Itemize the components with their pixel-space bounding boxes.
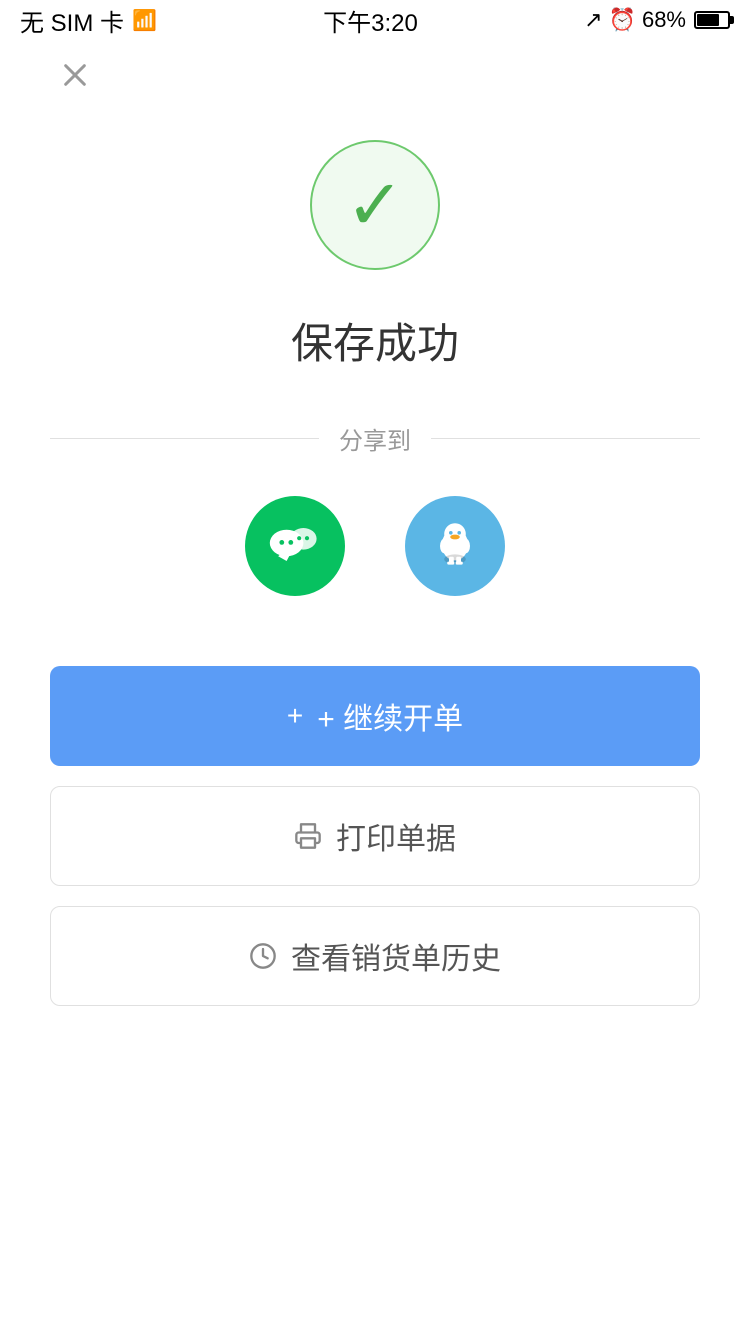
- location-icon: ↗: [584, 7, 602, 33]
- status-left: 无 SIM 卡 📶: [20, 3, 157, 38]
- clock-icon: [249, 942, 277, 970]
- share-line-right: [431, 438, 700, 439]
- actions-section: + + 继续开单 打印单据 查看销货单历史: [0, 666, 750, 1006]
- share-divider-row: 分享到: [50, 421, 700, 456]
- wechat-share-button[interactable]: [245, 496, 345, 596]
- success-circle: ✓: [310, 140, 440, 270]
- wifi-icon: 📶: [132, 8, 157, 33]
- status-time: 下午3:20: [323, 3, 418, 38]
- success-title: 保存成功: [291, 310, 459, 371]
- print-button[interactable]: 打印单据: [50, 786, 700, 886]
- wechat-icon: [265, 516, 325, 576]
- printer-icon: [294, 822, 322, 850]
- share-line-left: [50, 438, 319, 439]
- battery-icon: [694, 11, 730, 29]
- close-icon: [61, 61, 89, 89]
- qq-icon: [425, 516, 485, 576]
- no-sim-label: 无 SIM 卡: [20, 3, 124, 38]
- checkmark-icon: ✓: [346, 170, 405, 240]
- share-label: 分享到: [339, 421, 411, 456]
- continue-button[interactable]: + + 继续开单: [50, 666, 700, 766]
- history-button[interactable]: 查看销货单历史: [50, 906, 700, 1006]
- close-button[interactable]: [55, 55, 95, 95]
- status-bar: 无 SIM 卡 📶 下午3:20 ↗ ⏰ 68%: [0, 0, 750, 40]
- share-section: 分享到: [0, 421, 750, 596]
- plus-icon: +: [287, 700, 303, 732]
- status-right: ↗ ⏰ 68%: [584, 7, 730, 33]
- qq-share-button[interactable]: [405, 496, 505, 596]
- alarm-icon: ⏰: [609, 7, 636, 33]
- share-icons-row: [50, 496, 700, 596]
- continue-label: + 继续开单: [317, 694, 463, 738]
- battery-percent: 68%: [642, 7, 686, 33]
- history-label: 查看销货单历史: [291, 934, 501, 978]
- print-label: 打印单据: [336, 814, 456, 858]
- main-content: ✓ 保存成功 分享到: [0, 40, 750, 1006]
